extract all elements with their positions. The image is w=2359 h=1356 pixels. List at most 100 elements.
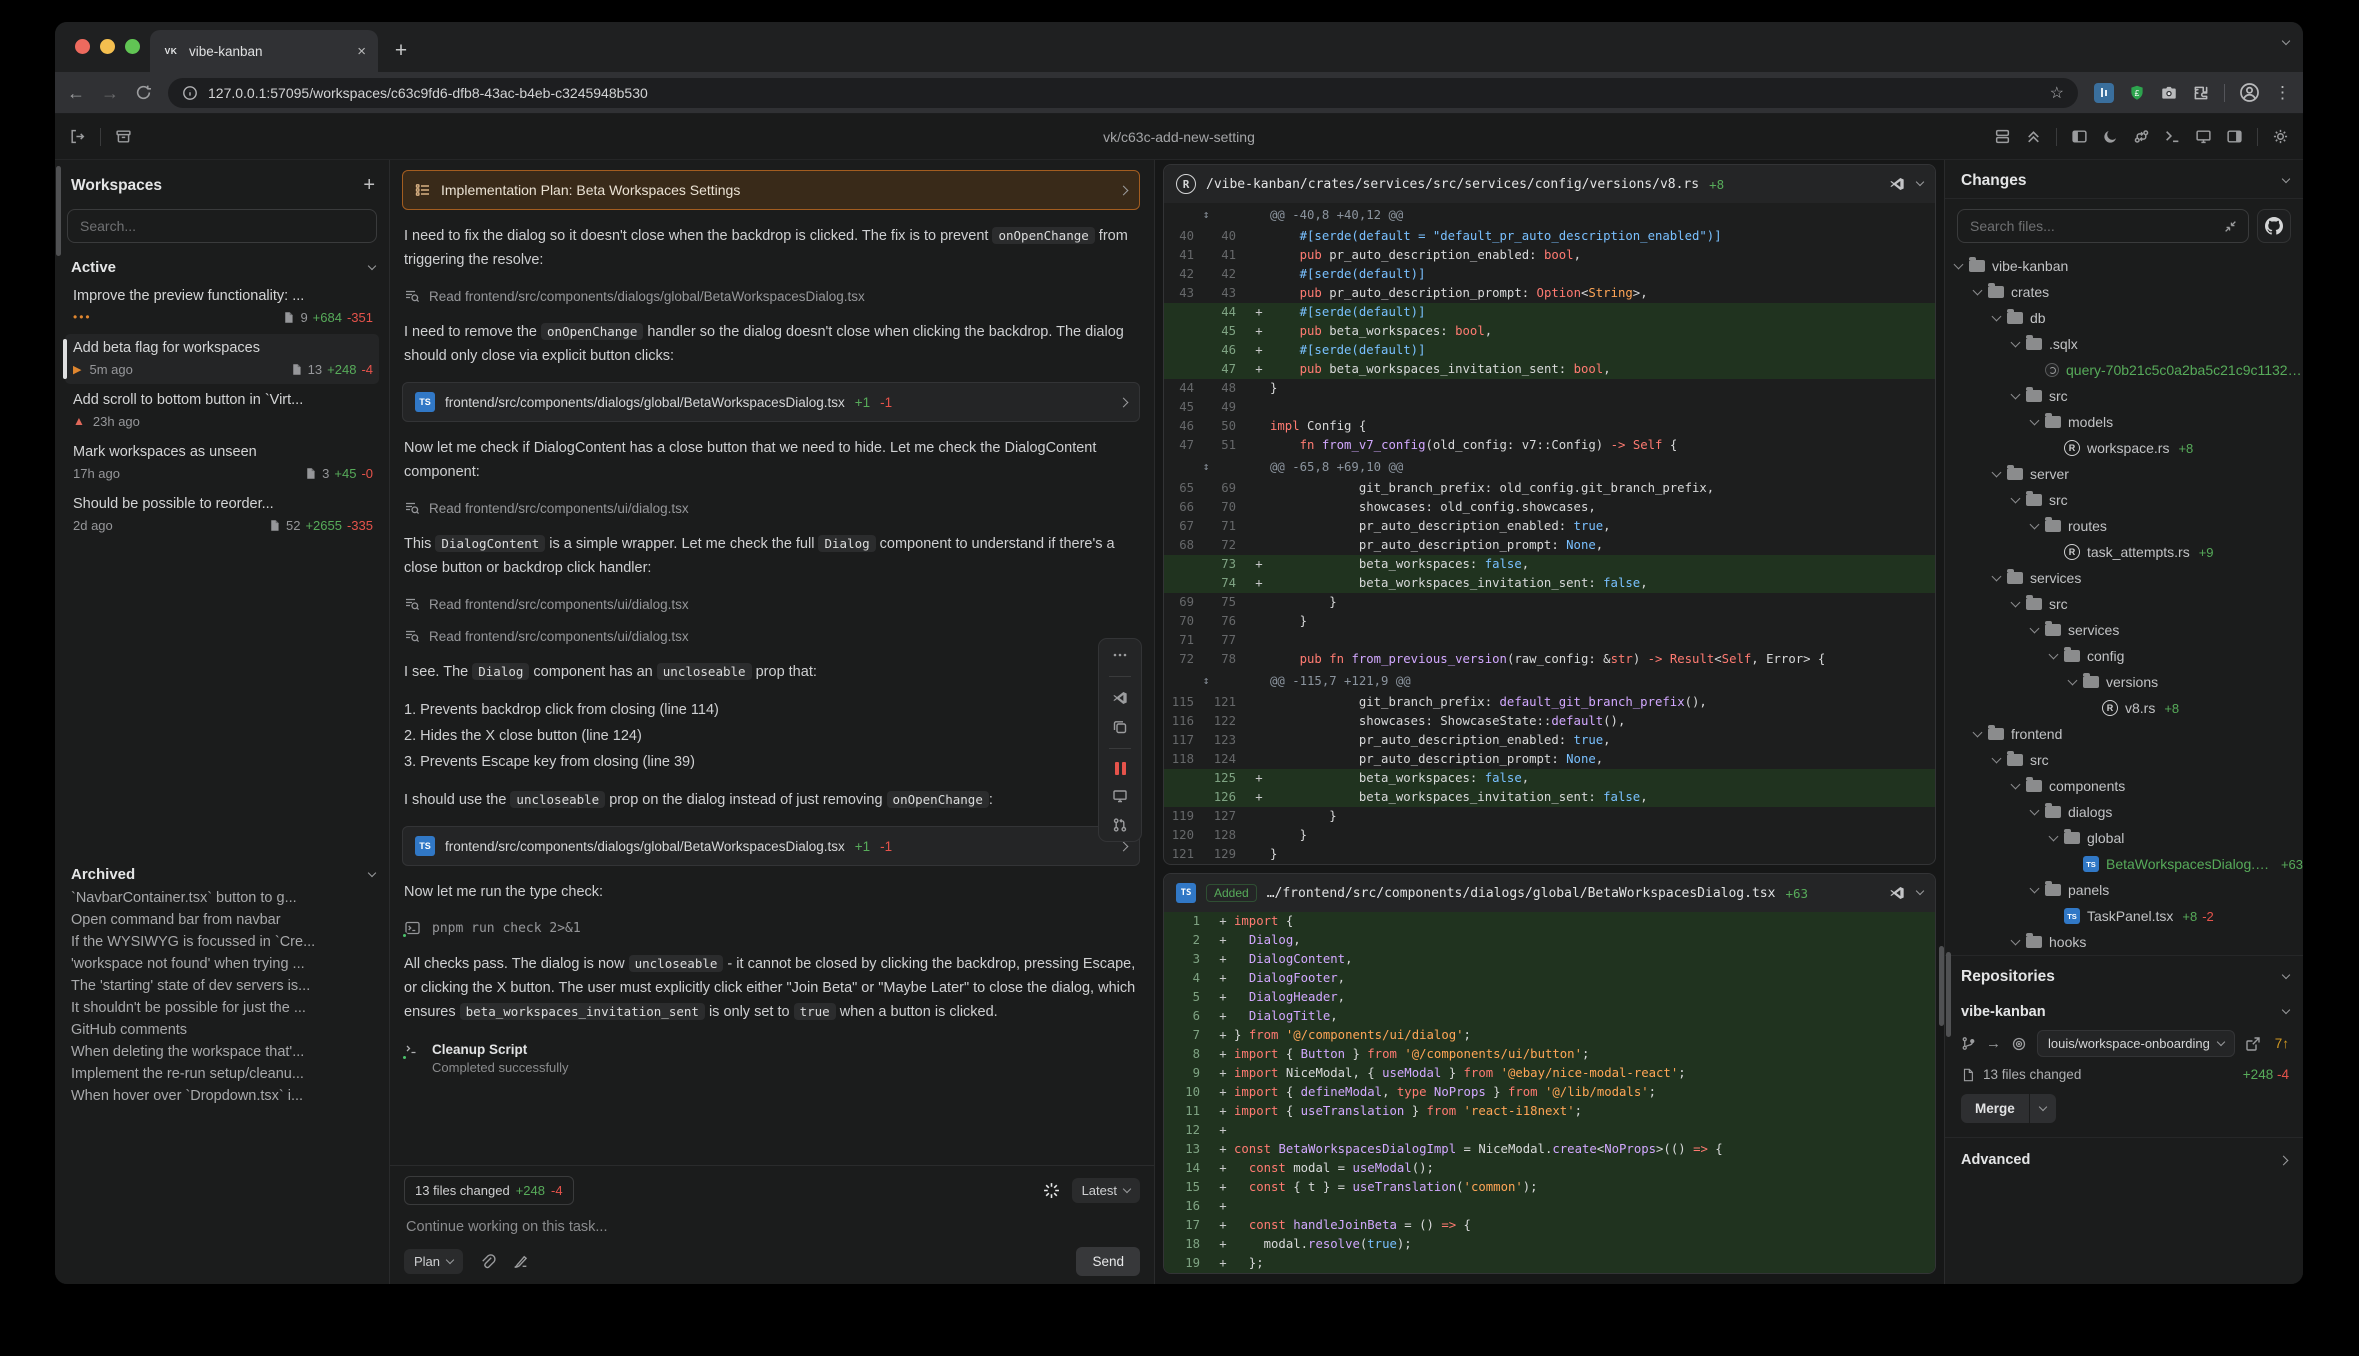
collapse-all-icon[interactable] — [2025, 128, 2042, 145]
archived-workspace-item[interactable]: When hover over `Dropdown.tsx` i... — [55, 1085, 389, 1107]
github-button[interactable] — [2257, 209, 2291, 243]
reload-icon[interactable] — [135, 84, 152, 101]
tree-row[interactable]: components — [1945, 773, 2303, 799]
tab-close-icon[interactable]: × — [357, 43, 366, 60]
tree-row[interactable]: dialogs — [1945, 799, 2303, 825]
tree-row[interactable]: .sqlx — [1945, 331, 2303, 357]
workspace-list-item[interactable]: Should be possible to reorder... 2d ago … — [65, 490, 379, 540]
file-diff-card[interactable]: TS frontend/src/components/dialogs/globa… — [402, 382, 1140, 422]
tree-row[interactable]: task_attempts.rs +9 — [1945, 539, 2303, 565]
diff-header[interactable]: TS Added …/frontend/src/components/dialo… — [1164, 874, 1935, 912]
changes-scrollbar[interactable] — [1946, 952, 1951, 1037]
address-bar[interactable]: 127.0.0.1:57095/workspaces/c63c9fd6-dfb8… — [168, 77, 2078, 108]
file-search-input[interactable] — [1968, 217, 2215, 235]
message-input[interactable] — [404, 1205, 1140, 1247]
sidebar-scrollbar[interactable] — [56, 166, 61, 256]
implementation-plan-banner[interactable]: Implementation Plan: Beta Workspaces Set… — [402, 170, 1140, 210]
mode-dropdown[interactable]: Plan — [404, 1249, 464, 1274]
chevron-down-icon[interactable] — [1915, 177, 1925, 187]
git-compare-icon[interactable] — [2133, 128, 2150, 145]
active-section-header[interactable]: Active — [55, 253, 389, 280]
tree-row[interactable]: config — [1945, 643, 2303, 669]
tree-row[interactable]: src — [1945, 383, 2303, 409]
archive-icon[interactable] — [115, 128, 132, 145]
archived-workspace-item[interactable]: GitHub comments — [55, 1019, 389, 1041]
archived-workspace-item[interactable]: 'workspace not found' when trying ... — [55, 953, 389, 975]
tree-row[interactable]: global — [1945, 825, 2303, 851]
version-dropdown[interactable]: Latest — [1071, 1178, 1140, 1203]
archived-workspace-item[interactable]: Open command bar from navbar — [55, 909, 389, 931]
tree-row[interactable]: workspace.rs +8 — [1945, 435, 2303, 461]
advanced-section[interactable]: Advanced — [1945, 1137, 2303, 1182]
extensions-puzzle-icon[interactable] — [2192, 84, 2210, 102]
git-pull-request-icon[interactable] — [1112, 817, 1128, 833]
external-link-icon[interactable] — [2245, 1036, 2261, 1052]
panel-left-icon[interactable] — [2071, 128, 2088, 145]
cleanup-script-row[interactable]: Cleanup Script Completed successfully — [401, 1042, 1138, 1075]
extension-blue-icon[interactable] — [2094, 82, 2114, 103]
archived-workspace-item[interactable]: `NavbarContainer.tsx` button to g... — [55, 887, 389, 909]
gear-icon[interactable] — [2272, 128, 2289, 145]
send-button[interactable]: Send — [1076, 1247, 1140, 1276]
monitor-icon[interactable] — [2195, 128, 2212, 145]
back-icon[interactable]: ← — [67, 84, 85, 102]
profile-avatar-icon[interactable] — [2239, 82, 2260, 103]
merge-options-button[interactable] — [2028, 1094, 2056, 1123]
tool-call-row[interactable]: Read frontend/src/components/ui/dialog.t… — [404, 596, 1138, 612]
tree-row[interactable]: BetaWorkspacesDialog.tsx +63 — [1945, 851, 2303, 877]
monitor-icon[interactable] — [1112, 788, 1128, 804]
tool-call-row[interactable]: Read frontend/src/components/dialogs/glo… — [404, 288, 1138, 304]
pause-icon[interactable] — [1114, 762, 1126, 775]
more-options-icon[interactable] — [1112, 647, 1128, 663]
tree-row[interactable]: frontend — [1945, 721, 2303, 747]
maximize-window-button[interactable] — [125, 39, 140, 54]
workspace-search-input[interactable] — [67, 209, 377, 243]
export-icon[interactable] — [69, 128, 86, 145]
tool-call-row[interactable]: Read frontend/src/components/ui/dialog.t… — [404, 500, 1138, 516]
site-info-icon[interactable] — [182, 85, 198, 101]
archived-section-header[interactable]: Archived — [55, 860, 389, 887]
bookmark-star-icon[interactable]: ☆ — [2050, 83, 2064, 103]
file-diff-card[interactable]: TS frontend/src/components/dialogs/globa… — [402, 826, 1140, 866]
tree-row[interactable]: TaskPanel.tsx +8 -2 — [1945, 903, 2303, 929]
tree-row[interactable]: query-70b21c5c0a2ba5c21c9c1132f14a68 — [1945, 357, 2303, 383]
workspace-list-item[interactable]: Improve the preview functionality: ... •… — [65, 282, 379, 332]
vscode-icon[interactable] — [1112, 690, 1128, 706]
tree-row[interactable]: services — [1945, 565, 2303, 591]
merge-button[interactable]: Merge — [1961, 1094, 2029, 1123]
tree-row[interactable]: crates — [1945, 279, 2303, 305]
tree-row[interactable]: routes — [1945, 513, 2303, 539]
terminal-icon[interactable] — [2164, 128, 2181, 145]
expand-hunk-icon[interactable]: ↕ — [1164, 203, 1248, 227]
conversation-scroll[interactable]: Implementation Plan: Beta Workspaces Set… — [390, 160, 1154, 1165]
diff-scrollbar[interactable] — [1939, 946, 1944, 1026]
archived-workspace-item[interactable]: If the WYSIWYG is focussed in `Cre... — [55, 931, 389, 953]
tree-row[interactable]: versions — [1945, 669, 2303, 695]
close-window-button[interactable] — [75, 39, 90, 54]
expand-hunk-icon[interactable]: ↕ — [1164, 455, 1248, 479]
rows-layout-icon[interactable] — [1994, 128, 2011, 145]
archived-workspace-item[interactable]: Implement the re-run setup/cleanu... — [55, 1063, 389, 1085]
expand-hunk-icon[interactable]: ↕ — [1164, 669, 1248, 693]
tree-row[interactable]: services — [1945, 617, 2303, 643]
branch-dropdown[interactable]: louis/workspace-onboarding — [2037, 1030, 2235, 1057]
chevron-down-icon[interactable] — [2281, 1005, 2291, 1015]
add-workspace-button[interactable]: + — [363, 174, 375, 197]
copy-icon[interactable] — [1112, 719, 1128, 735]
tree-row[interactable]: db — [1945, 305, 2303, 331]
workspace-list-item[interactable]: Add beta flag for workspaces ▶ 5m ago 13… — [63, 334, 379, 384]
tree-row[interactable]: vibe-kanban — [1945, 253, 2303, 279]
tree-row[interactable]: hooks — [1945, 929, 2303, 955]
chevron-down-icon[interactable] — [2281, 970, 2291, 980]
collapse-tree-icon[interactable] — [2223, 219, 2238, 234]
tool-call-row[interactable]: Read frontend/src/components/ui/dialog.t… — [404, 628, 1138, 644]
panel-right-icon[interactable] — [2226, 128, 2243, 145]
tree-row[interactable]: server — [1945, 461, 2303, 487]
vscode-icon[interactable] — [1889, 885, 1905, 901]
archived-workspace-item[interactable]: It shouldn't be possible for just the ..… — [55, 997, 389, 1019]
theme-moon-icon[interactable] — [2102, 128, 2119, 145]
chevron-down-icon[interactable] — [1915, 886, 1925, 896]
browser-menu-icon[interactable]: ⋮ — [2274, 83, 2291, 103]
tree-row[interactable]: panels — [1945, 877, 2303, 903]
tree-row[interactable]: src — [1945, 487, 2303, 513]
